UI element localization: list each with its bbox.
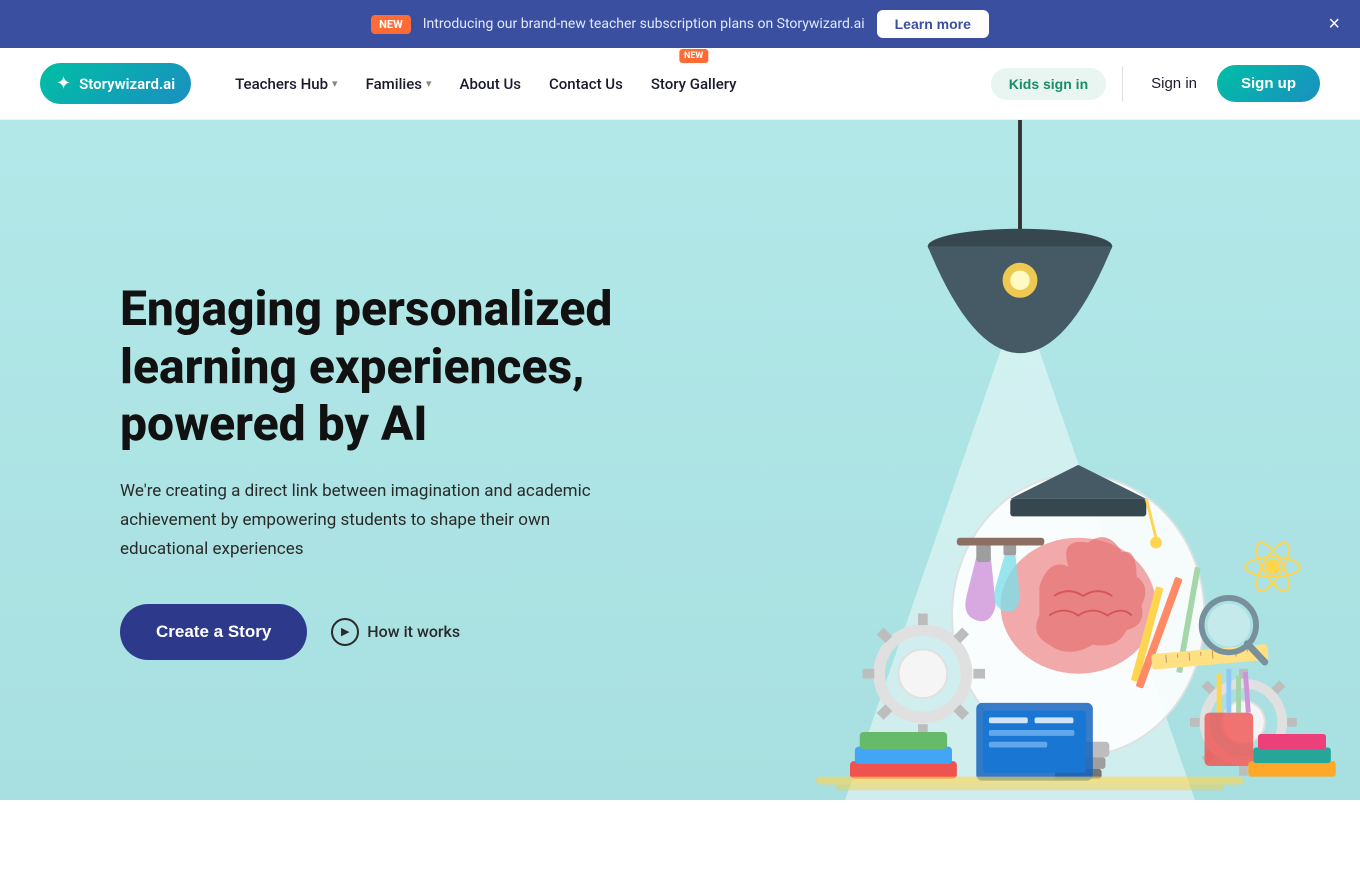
nav-item-contact-us[interactable]: Contact Us bbox=[537, 67, 635, 101]
logo[interactable]: ✦ Storywizard.ai bbox=[40, 63, 191, 104]
banner-new-badge: NEW bbox=[371, 15, 411, 34]
banner-text: Introducing our brand-new teacher subscr… bbox=[423, 16, 865, 32]
hero-content: Engaging personalized learning experienc… bbox=[120, 280, 700, 659]
story-gallery-new-badge: NEW bbox=[679, 49, 708, 63]
banner-close-button[interactable]: × bbox=[1328, 14, 1340, 34]
hero-title: Engaging personalized learning experienc… bbox=[120, 280, 700, 453]
play-icon: ▶ bbox=[331, 618, 359, 646]
nav-item-about-us[interactable]: About Us bbox=[448, 67, 534, 101]
create-story-button[interactable]: Create a Story bbox=[120, 604, 307, 660]
nav-divider bbox=[1122, 66, 1123, 102]
how-it-works-link[interactable]: ▶ How it works bbox=[331, 618, 460, 646]
hero-section: Engaging personalized learning experienc… bbox=[0, 120, 1360, 800]
nav-auth: Kids sign in Sign in Sign up bbox=[991, 65, 1320, 102]
nav-links: Teachers Hub ▾ Families ▾ About Us Conta… bbox=[223, 67, 991, 101]
navbar: ✦ Storywizard.ai Teachers Hub ▾ Families… bbox=[0, 48, 1360, 120]
chevron-down-icon: ▾ bbox=[426, 77, 432, 90]
logo-text: Storywizard.ai bbox=[79, 75, 175, 93]
hero-svg bbox=[680, 120, 1360, 800]
below-hero bbox=[0, 800, 1360, 880]
chevron-down-icon: ▾ bbox=[332, 77, 338, 90]
hero-actions: Create a Story ▶ How it works bbox=[120, 604, 700, 660]
hero-subtitle: We're creating a direct link between ima… bbox=[120, 477, 600, 564]
nav-item-families[interactable]: Families ▾ bbox=[354, 67, 444, 101]
sign-in-button[interactable]: Sign in bbox=[1139, 67, 1209, 100]
learn-more-button[interactable]: Learn more bbox=[877, 10, 989, 38]
logo-icon: ✦ bbox=[56, 73, 71, 94]
kids-sign-in-button[interactable]: Kids sign in bbox=[991, 68, 1106, 100]
nav-item-story-gallery-wrapper: NEW Story Gallery bbox=[639, 67, 749, 101]
hero-illustration bbox=[680, 120, 1360, 800]
nav-item-story-gallery[interactable]: Story Gallery bbox=[639, 67, 749, 101]
sign-up-button[interactable]: Sign up bbox=[1217, 65, 1320, 102]
announcement-banner: NEW Introducing our brand-new teacher su… bbox=[0, 0, 1360, 48]
nav-item-teachers-hub[interactable]: Teachers Hub ▾ bbox=[223, 67, 349, 101]
